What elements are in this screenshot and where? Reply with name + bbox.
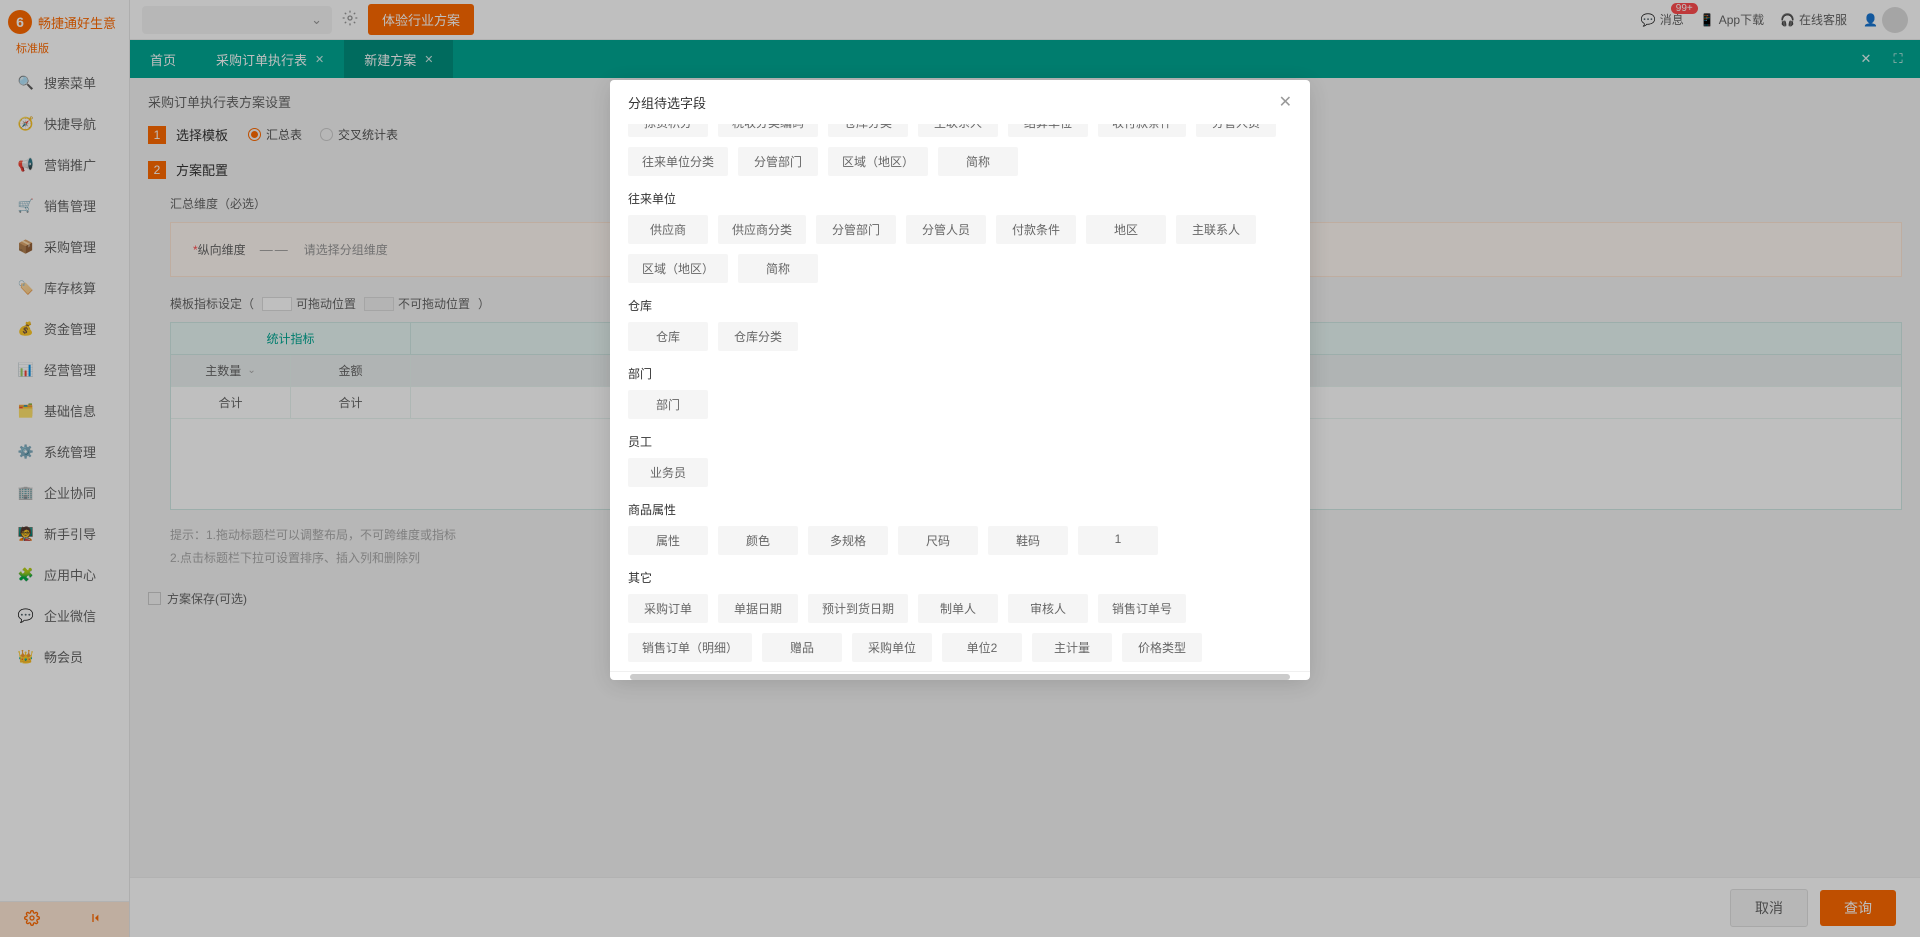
field-chip[interactable]: 销售订单（明细） [628, 633, 752, 662]
field-chip[interactable]: 分管人员 [906, 215, 986, 244]
field-chip[interactable]: 付款条件 [996, 215, 1076, 244]
field-chip[interactable]: 区域（地区） [828, 147, 928, 176]
field-group: 拣货积分税收分类编码仓库分类主联系人结算单位收付款条件分管人员往来单位分类分管部… [628, 124, 1292, 176]
field-chip[interactable]: 结算单位 [1008, 124, 1088, 137]
field-chip[interactable]: 颜色 [718, 526, 798, 555]
field-chip[interactable]: 主联系人 [1176, 215, 1256, 244]
field-chip[interactable]: 地区 [1086, 215, 1166, 244]
field-chip[interactable]: 分管部门 [816, 215, 896, 244]
field-chip[interactable]: 部门 [628, 390, 708, 419]
field-chip[interactable]: 属性 [628, 526, 708, 555]
field-chip[interactable]: 预计到货日期 [808, 594, 908, 623]
field-chip[interactable]: 主计量 [1032, 633, 1112, 662]
field-group: 其它采购订单单据日期预计到货日期制单人审核人销售订单号销售订单（明细） 赠品采购单… [628, 569, 1292, 671]
field-chip[interactable]: 采购单位 [852, 633, 932, 662]
field-group: 部门部门 [628, 365, 1292, 419]
field-chip[interactable]: 仓库分类 [718, 322, 798, 351]
field-chip[interactable]: 仓库分类 [828, 124, 908, 137]
field-chip[interactable]: 销售订单号 [1098, 594, 1186, 623]
modal-horizontal-scroll[interactable] [610, 671, 1310, 680]
field-chip[interactable]: 收付款条件 [1098, 124, 1186, 137]
field-chip[interactable]: 采购订单 [628, 594, 708, 623]
field-chip[interactable]: 税收分类编码 [718, 124, 818, 137]
group-title: 其它 [628, 569, 1292, 586]
field-chip[interactable]: 往来单位分类 [628, 147, 728, 176]
field-chip[interactable]: 单位2 [942, 633, 1022, 662]
field-picker-modal: 分组待选字段 ✕ 拣货积分税收分类编码仓库分类主联系人结算单位收付款条件分管人员… [610, 80, 1310, 680]
field-chip[interactable]: 1 [1078, 526, 1158, 555]
field-chip[interactable]: 尺码 [898, 526, 978, 555]
field-chip[interactable]: 分管部门 [738, 147, 818, 176]
field-chip[interactable]: 分管人员 [1196, 124, 1276, 137]
group-title: 往来单位 [628, 190, 1292, 207]
field-chip[interactable]: 拣货积分 [628, 124, 708, 137]
field-chip[interactable]: 简称 [738, 254, 818, 283]
group-title: 部门 [628, 365, 1292, 382]
field-group: 员工业务员 [628, 433, 1292, 487]
group-title: 员工 [628, 433, 1292, 450]
field-chip[interactable]: 鞋码 [988, 526, 1068, 555]
field-chip[interactable]: 审核人 [1008, 594, 1088, 623]
field-group: 商品属性属性颜色多规格尺码鞋码 1 [628, 501, 1292, 555]
field-chip[interactable]: 价格类型 [1122, 633, 1202, 662]
field-chip[interactable]: 多规格 [808, 526, 888, 555]
modal-mask[interactable]: 分组待选字段 ✕ 拣货积分税收分类编码仓库分类主联系人结算单位收付款条件分管人员… [0, 0, 1920, 937]
modal-close-icon[interactable]: ✕ [1279, 92, 1292, 112]
field-chip[interactable]: 主联系人 [918, 124, 998, 137]
field-group: 往来单位供应商供应商分类分管部门分管人员付款条件地区主联系人区域（地区） 简称 [628, 190, 1292, 283]
field-chip[interactable]: 仓库 [628, 322, 708, 351]
field-chip[interactable]: 简称 [938, 147, 1018, 176]
field-chip[interactable]: 区域（地区） [628, 254, 728, 283]
field-chip[interactable]: 供应商 [628, 215, 708, 244]
group-title: 仓库 [628, 297, 1292, 314]
field-chip[interactable]: 业务员 [628, 458, 708, 487]
field-group: 仓库仓库仓库分类 [628, 297, 1292, 351]
modal-title: 分组待选字段 [628, 93, 706, 112]
field-chip[interactable]: 赠品 [762, 633, 842, 662]
scroll-thumb[interactable] [630, 674, 1290, 680]
group-title: 商品属性 [628, 501, 1292, 518]
field-chip[interactable]: 单据日期 [718, 594, 798, 623]
field-chip[interactable]: 制单人 [918, 594, 998, 623]
field-chip[interactable]: 供应商分类 [718, 215, 806, 244]
